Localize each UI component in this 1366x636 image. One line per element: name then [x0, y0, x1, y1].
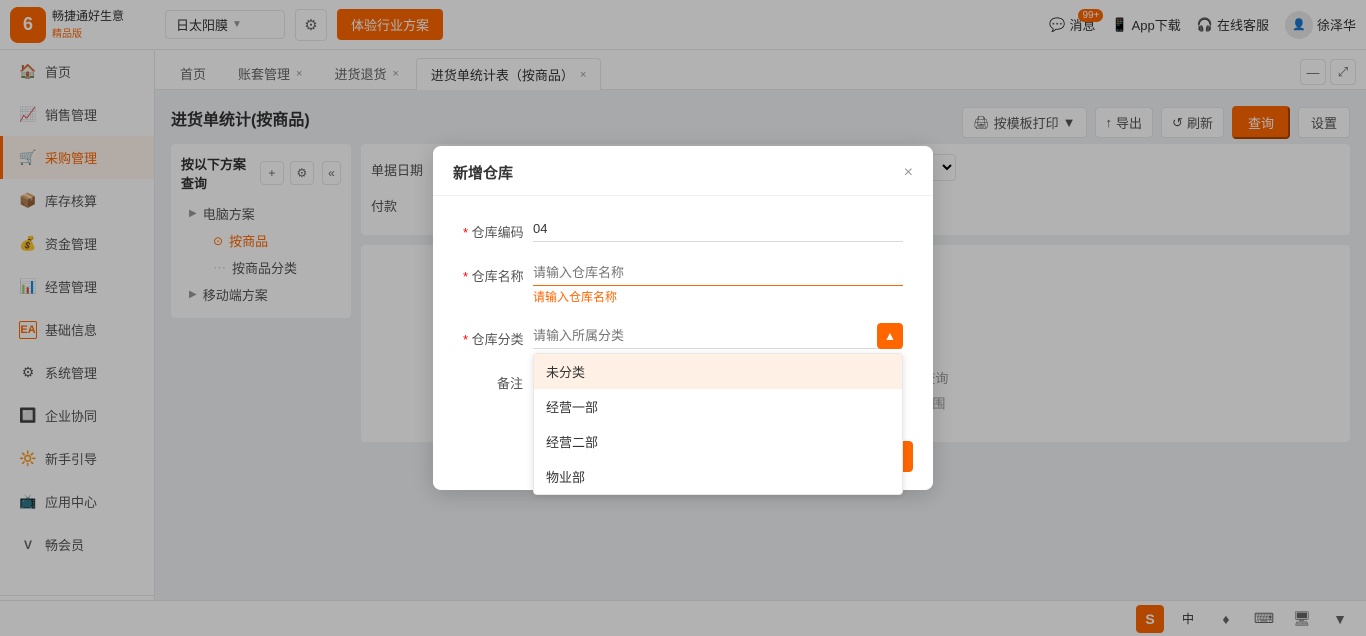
modal-body: 仓库编码 仓库名称 请输入仓库名称 仓库分类 ▲ 未分类 [433, 196, 933, 431]
dropdown-item-uncategorized[interactable]: 未分类 [534, 354, 902, 389]
modal-header: 新增仓库 × [433, 146, 933, 196]
category-dropdown: 未分类 经营一部 经营二部 物业部 [533, 353, 903, 495]
name-error-msg: 请输入仓库名称 [533, 288, 903, 305]
modal-close-button[interactable]: × [904, 164, 913, 182]
category-toggle-button[interactable]: ▲ [877, 323, 903, 349]
name-label: 仓库名称 [463, 260, 533, 285]
dropdown-item-dept1[interactable]: 经营一部 [534, 389, 902, 424]
modal-category-row: 仓库分类 ▲ 未分类 经营一部 经营二部 物业部 [463, 323, 903, 349]
category-input[interactable] [533, 323, 903, 349]
modal-title: 新增仓库 [453, 162, 513, 183]
add-warehouse-modal: 新增仓库 × 仓库编码 仓库名称 请输入仓库名称 仓库分类 ▲ [433, 146, 933, 490]
code-field [533, 216, 903, 242]
dropdown-item-property[interactable]: 物业部 [534, 459, 902, 494]
code-input[interactable] [533, 216, 903, 242]
notes-label: 备注 [463, 367, 533, 392]
name-field: 请输入仓库名称 [533, 260, 903, 305]
dropdown-item-dept2[interactable]: 经营二部 [534, 424, 902, 459]
modal-code-row: 仓库编码 [463, 216, 903, 242]
code-label: 仓库编码 [463, 216, 533, 241]
modal-name-row: 仓库名称 请输入仓库名称 [463, 260, 903, 305]
category-label: 仓库分类 [463, 323, 533, 348]
category-input-wrap: ▲ [533, 323, 903, 349]
name-input[interactable] [533, 260, 903, 286]
category-field: ▲ 未分类 经营一部 经营二部 物业部 [533, 323, 903, 349]
